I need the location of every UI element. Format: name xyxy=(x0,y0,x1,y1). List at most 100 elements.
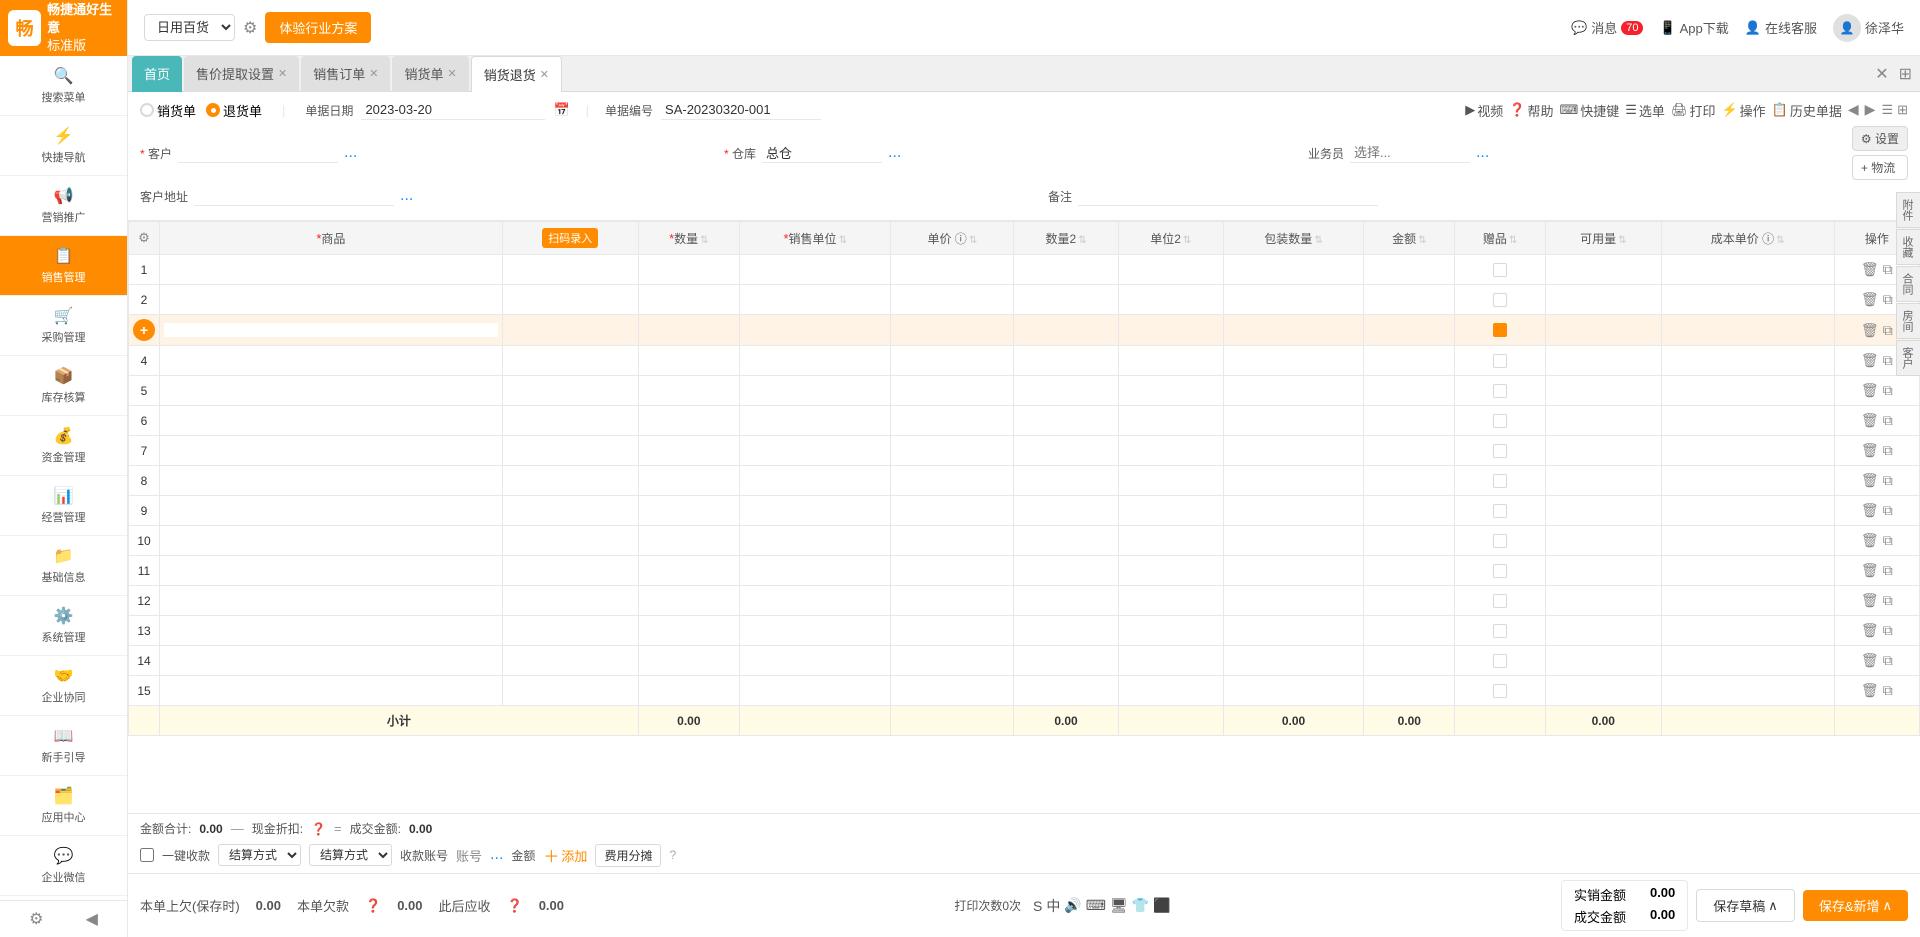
qty-cell-11[interactable] xyxy=(638,556,739,586)
tabbar-close-btn[interactable]: ✕ xyxy=(1869,64,1894,84)
product-cell-14[interactable] xyxy=(160,646,503,676)
sales-unit-cell-14[interactable] xyxy=(739,646,890,676)
salesperson-dots[interactable]: ... xyxy=(1476,144,1489,162)
unit2-cell-9[interactable] xyxy=(1118,496,1223,526)
qty2-cell-11[interactable] xyxy=(1014,556,1119,586)
qty2-cell-4[interactable] xyxy=(1014,346,1119,376)
sales-unit-cell-15[interactable] xyxy=(739,676,890,706)
pack-qty-cell-2[interactable] xyxy=(1223,285,1364,315)
date-input[interactable] xyxy=(361,100,545,120)
gift-cell-3[interactable] xyxy=(1455,315,1546,346)
amount-cell-3[interactable] xyxy=(1364,315,1455,346)
gift-cell-2[interactable] xyxy=(1455,285,1546,315)
customer-input[interactable] xyxy=(178,143,338,163)
product-cell-5[interactable] xyxy=(160,376,503,406)
delete-btn-1[interactable]: 🗑 xyxy=(1861,261,1879,278)
action-help[interactable]: ❓帮助 xyxy=(1509,101,1553,120)
footer-icon-1[interactable]: S xyxy=(1033,898,1042,914)
copy-btn-12[interactable]: ⧉ xyxy=(1883,592,1893,609)
sidebar-item-apps[interactable]: 🗂️应用中心 xyxy=(0,776,127,836)
fee-split-btn[interactable]: 费用分摊 xyxy=(595,844,661,867)
gift-cell-14[interactable] xyxy=(1455,646,1546,676)
radio-return[interactable]: 退货单 xyxy=(206,101,262,120)
warehouse-dots[interactable]: ... xyxy=(888,144,901,162)
tab-close-sales-return[interactable]: ✕ xyxy=(540,68,549,81)
delete-btn-14[interactable]: 🗑 xyxy=(1861,652,1879,669)
available-cell-5[interactable] xyxy=(1545,376,1661,406)
price-cell-9[interactable] xyxy=(891,496,1014,526)
sales-unit-cell-4[interactable] xyxy=(739,346,890,376)
amount-cell-6[interactable] xyxy=(1364,406,1455,436)
delete-btn-11[interactable]: 🗑 xyxy=(1861,562,1879,579)
sidebar-item-quick-nav[interactable]: ⚡快捷导航 xyxy=(0,116,127,176)
price-cell-2[interactable] xyxy=(891,285,1014,315)
sidebar-item-marketing[interactable]: 📢营销推广 xyxy=(0,176,127,236)
pack-qty-cell-6[interactable] xyxy=(1223,406,1364,436)
copy-btn-13[interactable]: ⧉ xyxy=(1883,622,1893,639)
amount-cell-13[interactable] xyxy=(1364,616,1455,646)
qty-cell-1[interactable] xyxy=(638,255,739,285)
price-cell-4[interactable] xyxy=(891,346,1014,376)
qty2-cell-13[interactable] xyxy=(1014,616,1119,646)
available-cell-12[interactable] xyxy=(1545,586,1661,616)
qty2-cell-9[interactable] xyxy=(1014,496,1119,526)
qty-cell-14[interactable] xyxy=(638,646,739,676)
unit2-cell-11[interactable] xyxy=(1118,556,1223,586)
unit2-cell-13[interactable] xyxy=(1118,616,1223,646)
action-operate[interactable]: ⚡操作 xyxy=(1721,101,1765,120)
history-next-btn[interactable]: ▶ xyxy=(1865,101,1876,120)
copy-btn-5[interactable]: ⧉ xyxy=(1883,382,1893,399)
sidebar-item-sales-mgmt[interactable]: 📋销售管理 xyxy=(0,236,127,296)
scan-btn[interactable]: 扫码录入 xyxy=(542,228,598,248)
settlement-select[interactable]: 结算方式 xyxy=(218,844,301,866)
history-prev-btn[interactable]: ◀ xyxy=(1848,101,1859,120)
save-new-btn[interactable]: 保存&新增 ∧ xyxy=(1803,890,1908,921)
qty2-cell-10[interactable] xyxy=(1014,526,1119,556)
right-float-附件[interactable]: 附件 xyxy=(1896,192,1920,228)
qty2-cell-2[interactable] xyxy=(1014,285,1119,315)
qty-cell-12[interactable] xyxy=(638,586,739,616)
unit2-cell-6[interactable] xyxy=(1118,406,1223,436)
unit2-cell-5[interactable] xyxy=(1118,376,1223,406)
gift-cb-10[interactable] xyxy=(1493,534,1507,548)
amount-cell-12[interactable] xyxy=(1364,586,1455,616)
cost-price-cell-6[interactable] xyxy=(1661,406,1834,436)
gift-cb-2[interactable] xyxy=(1493,293,1507,307)
available-cell-4[interactable] xyxy=(1545,346,1661,376)
price-cell-6[interactable] xyxy=(891,406,1014,436)
tab-sales-return[interactable]: 销货退货✕ xyxy=(471,56,562,92)
cost-price-cell-10[interactable] xyxy=(1661,526,1834,556)
available-cell-8[interactable] xyxy=(1545,466,1661,496)
trial-btn[interactable]: 体验行业方案 xyxy=(265,12,371,43)
product-cell-13[interactable] xyxy=(160,616,503,646)
qty-cell-13[interactable] xyxy=(638,616,739,646)
sidebar-item-operations[interactable]: 📊经营管理 xyxy=(0,476,127,536)
unit2-cell-15[interactable] xyxy=(1118,676,1223,706)
sales-unit-cell-1[interactable] xyxy=(739,255,890,285)
delete-btn-5[interactable]: 🗑 xyxy=(1861,382,1879,399)
tab-close-price-setting[interactable]: ✕ xyxy=(278,67,287,80)
unit2-cell-10[interactable] xyxy=(1118,526,1223,556)
copy-btn-3[interactable]: ⧉ xyxy=(1883,322,1893,339)
gift-cb-1[interactable] xyxy=(1493,263,1507,277)
action-shortcut[interactable]: ⌨快捷键 xyxy=(1559,101,1619,120)
add-btn[interactable]: ＋ 添加 xyxy=(543,843,587,867)
delete-btn-12[interactable]: 🗑 xyxy=(1861,592,1879,609)
price-cell-1[interactable] xyxy=(891,255,1014,285)
delete-btn-6[interactable]: 🗑 xyxy=(1861,412,1879,429)
tabbar-expand-btn[interactable]: ⊞ xyxy=(1895,64,1916,84)
gift-cell-4[interactable] xyxy=(1455,346,1546,376)
available-cell-15[interactable] xyxy=(1545,676,1661,706)
sales-unit-cell-3[interactable] xyxy=(739,315,890,346)
cost-price-cell-1[interactable] xyxy=(1661,255,1834,285)
available-cell-6[interactable] xyxy=(1545,406,1661,436)
cost-price-cell-2[interactable] xyxy=(1661,285,1834,315)
qty-cell-2[interactable] xyxy=(638,285,739,315)
footer-icon-5[interactable]: 🖥 xyxy=(1110,897,1128,914)
pack-qty-cell-4[interactable] xyxy=(1223,346,1364,376)
product-cell-1[interactable] xyxy=(160,255,503,285)
topbar-gear-icon[interactable]: ⚙ xyxy=(243,18,257,38)
price-cell-11[interactable] xyxy=(891,556,1014,586)
copy-btn-9[interactable]: ⧉ xyxy=(1883,502,1893,519)
copy-btn-11[interactable]: ⧉ xyxy=(1883,562,1893,579)
